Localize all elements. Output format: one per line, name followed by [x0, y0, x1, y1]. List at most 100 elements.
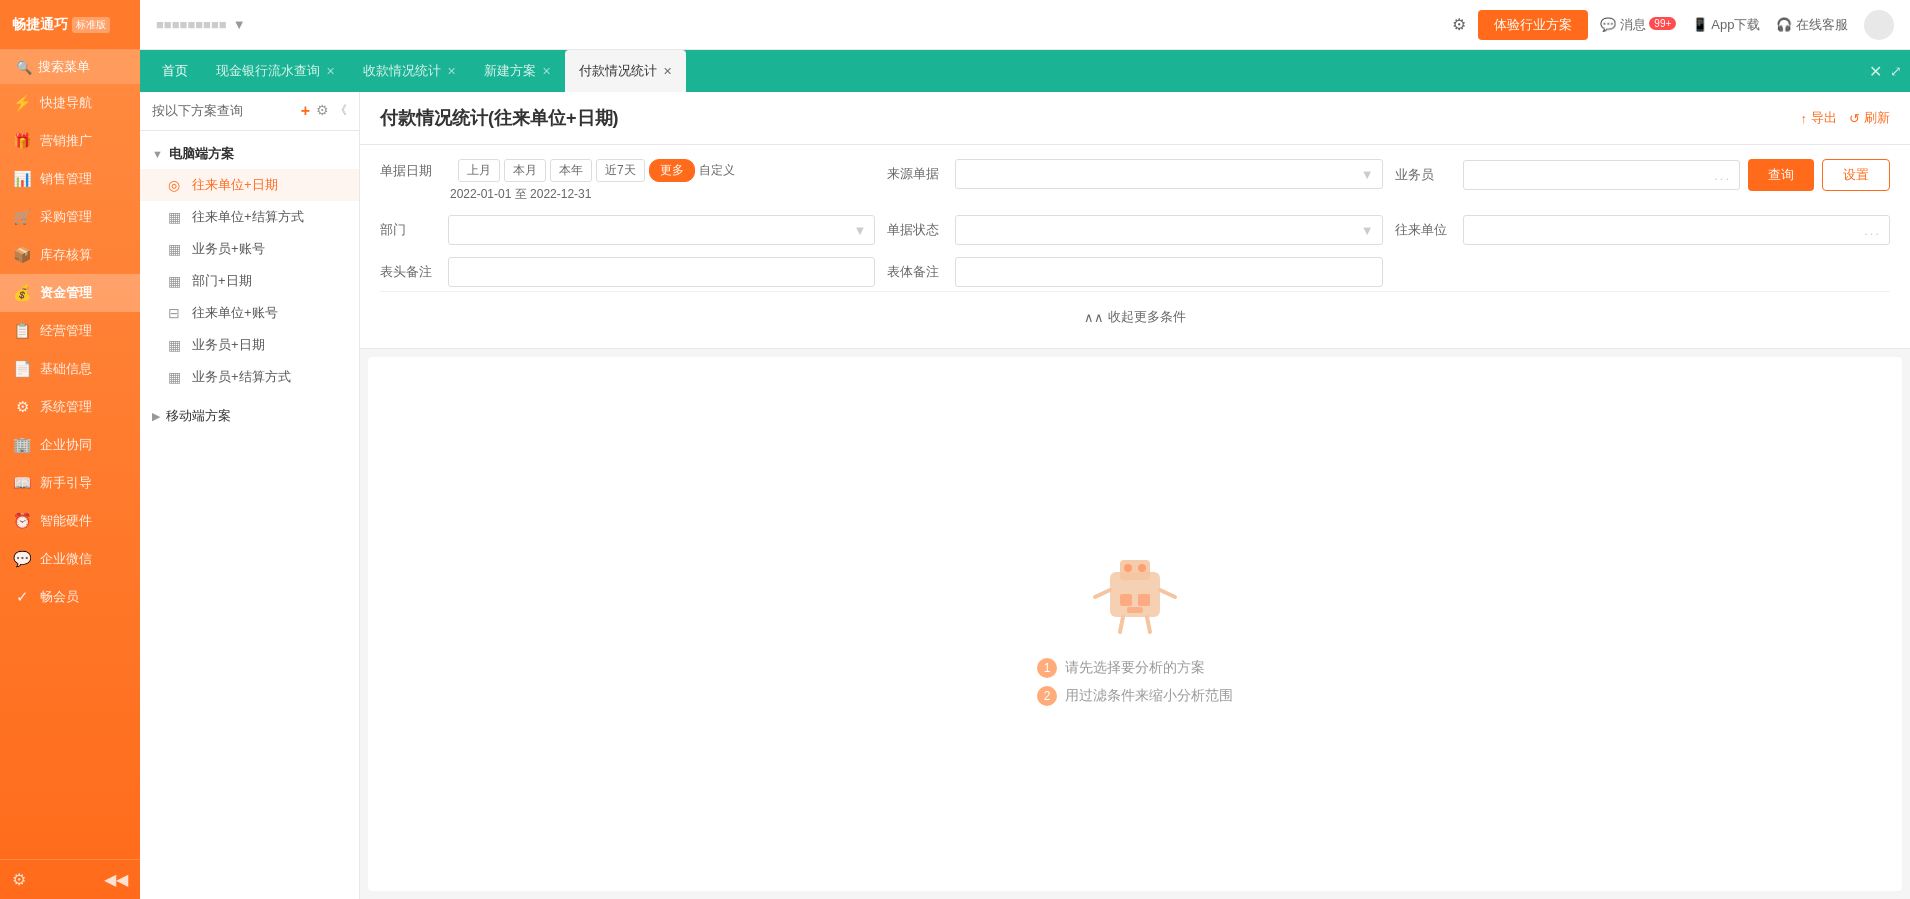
scheme-staff-account-label: 业务员+账号	[192, 240, 265, 258]
scheme-item-partner-settlement[interactable]: ▦ 往来单位+结算方式	[140, 201, 359, 233]
filter-doc-status: 单据状态 ▼	[887, 215, 1382, 245]
tab-home[interactable]: 首页	[148, 50, 202, 92]
system-label: 系统管理	[40, 398, 92, 416]
sidebar-item-quick-nav[interactable]: ⚡ 快捷导航	[0, 84, 140, 122]
table-header-note-input[interactable]	[448, 257, 875, 287]
basic-info-icon: 📄	[12, 360, 32, 378]
refresh-btn[interactable]: ↺ 刷新	[1849, 109, 1890, 127]
sidebar-item-weixin[interactable]: 💬 企业微信	[0, 540, 140, 578]
left-panel-icons: + ⚙ 《	[301, 102, 347, 120]
sidebar-item-hardware[interactable]: ⏰ 智能硬件	[0, 502, 140, 540]
tab-close-all-icon[interactable]: ✕	[1869, 62, 1882, 81]
guide-label: 新手引导	[40, 474, 92, 492]
sidebar-item-guide[interactable]: 📖 新手引导	[0, 464, 140, 502]
svg-point-2	[1124, 564, 1132, 572]
sidebar-item-operations[interactable]: 📋 经营管理	[0, 312, 140, 350]
partner-select[interactable]: ...	[1463, 215, 1890, 245]
sidebar-item-inventory[interactable]: 📦 库存核算	[0, 236, 140, 274]
date-btn-this-year[interactable]: 本年	[550, 159, 592, 182]
tab-cash-flow[interactable]: 现金银行流水查询 ✕	[202, 50, 349, 92]
add-scheme-icon[interactable]: +	[301, 102, 310, 120]
sidebar-settings-btn[interactable]: ⚙	[12, 870, 26, 889]
doc-status-select[interactable]: ▼	[955, 215, 1382, 245]
staff-select[interactable]: ...	[1463, 160, 1740, 190]
scheme-item-staff-settlement[interactable]: ▦ 业务员+结算方式	[140, 361, 359, 393]
user-avatar[interactable]	[1864, 10, 1894, 40]
basic-info-label: 基础信息	[40, 360, 92, 378]
scheme-item-dept-date[interactable]: ▦ 部门+日期	[140, 265, 359, 297]
scheme-item-partner-date[interactable]: ◎ 往来单位+日期	[140, 169, 359, 201]
date-btn-more[interactable]: 更多	[649, 159, 695, 182]
panel-collapse-icon[interactable]: 《	[335, 102, 347, 120]
sidebar-item-basic-info[interactable]: 📄 基础信息	[0, 350, 140, 388]
date-btn-7days[interactable]: 近7天	[596, 159, 645, 182]
filter-source-doc: 来源单据 ▼	[887, 159, 1382, 189]
scheme-settings-icon[interactable]: ⚙	[316, 102, 329, 120]
tab-payment-stats-close-icon[interactable]: ✕	[663, 65, 672, 78]
sidebar-item-member[interactable]: ✓ 畅会员	[0, 578, 140, 616]
tip-text-2: 用过滤条件来缩小分析范围	[1065, 687, 1233, 705]
date-btn-this-month[interactable]: 本月	[504, 159, 546, 182]
sidebar-item-system[interactable]: ⚙ 系统管理	[0, 388, 140, 426]
tab-cash-flow-close-icon[interactable]: ✕	[326, 65, 335, 78]
marketing-icon: 🎁	[12, 132, 32, 150]
tab-new-scheme-close-icon[interactable]: ✕	[542, 65, 551, 78]
refresh-label: 刷新	[1864, 109, 1890, 127]
sidebar-item-sales[interactable]: 📊 销售管理	[0, 160, 140, 198]
mobile-scheme-group-header[interactable]: ▶ 移动端方案	[140, 401, 359, 431]
filter-partner: 往来单位 ...	[1395, 215, 1890, 245]
filter-more-row: ∧∧ 收起更多条件	[380, 291, 1890, 334]
empty-state: 1 请先选择要分析的方案 2 用过滤条件来缩小分析范围	[368, 357, 1902, 891]
refresh-icon: ↺	[1849, 111, 1860, 126]
operations-icon: 📋	[12, 322, 32, 340]
desktop-scheme-header[interactable]: ▼ 电脑端方案	[140, 139, 359, 169]
member-icon: ✓	[12, 588, 32, 606]
scheme-item-staff-date[interactable]: ▦ 业务员+日期	[140, 329, 359, 361]
empty-tips: 1 请先选择要分析的方案 2 用过滤条件来缩小分析范围	[1037, 658, 1233, 706]
dept-select[interactable]: ▼	[448, 215, 875, 245]
topbar-right: 💬 消息 99+ 📱 App下载 🎧 在线客服	[1600, 10, 1894, 40]
message-section[interactable]: 💬 消息 99+	[1600, 16, 1676, 34]
tab-expand-icon[interactable]: ⤢	[1890, 63, 1902, 79]
page-title: 付款情况统计(往来单位+日期)	[380, 106, 619, 130]
tab-receipt-stats-close-icon[interactable]: ✕	[447, 65, 456, 78]
scheme-staff-date-label: 业务员+日期	[192, 336, 265, 354]
staff-dots-icon: ...	[1714, 168, 1731, 183]
scheme-item-staff-account[interactable]: ▦ 业务员+账号	[140, 233, 359, 265]
operations-label: 经营管理	[40, 322, 92, 340]
tab-new-scheme[interactable]: 新建方案 ✕	[470, 50, 565, 92]
sidebar-item-purchase[interactable]: 🛒 采购管理	[0, 198, 140, 236]
filter-settings-btn[interactable]: 设置	[1822, 159, 1890, 191]
tip-num-2: 2	[1037, 686, 1057, 706]
weixin-icon: 💬	[12, 550, 32, 568]
trial-btn[interactable]: 体验行业方案	[1478, 10, 1588, 40]
robot-svg	[1085, 542, 1185, 642]
edition-badge: 标准版	[72, 17, 110, 33]
tab-receipt-stats-label: 收款情况统计	[363, 62, 441, 80]
doc-status-label: 单据状态	[887, 221, 947, 239]
tab-receipt-stats[interactable]: 收款情况统计 ✕	[349, 50, 470, 92]
svg-point-3	[1138, 564, 1146, 572]
source-doc-dropdown-icon: ▼	[1361, 167, 1374, 182]
sidebar-collapse-btn[interactable]: ◀◀	[104, 870, 128, 889]
date-btn-last-month[interactable]: 上月	[458, 159, 500, 182]
search-icon: 🔍	[16, 60, 32, 75]
source-doc-select[interactable]: ▼	[955, 159, 1382, 189]
table-body-note-input[interactable]	[955, 257, 1382, 287]
collapse-more-btn[interactable]: ∧∧ 收起更多条件	[1076, 300, 1194, 334]
scheme-dept-date-label: 部门+日期	[192, 272, 252, 290]
topbar-settings-icon[interactable]: ⚙	[1452, 15, 1466, 34]
scheme-item-partner-account[interactable]: ⊟ 往来单位+账号	[140, 297, 359, 329]
svg-rect-5	[1138, 594, 1150, 606]
sidebar-item-finance[interactable]: 💰 资金管理	[0, 274, 140, 312]
sidebar-item-enterprise[interactable]: 🏢 企业协同	[0, 426, 140, 464]
export-btn[interactable]: ↑ 导出	[1801, 109, 1838, 127]
app-download-btn[interactable]: 📱 App下载	[1692, 16, 1760, 34]
sidebar-item-marketing[interactable]: 🎁 营销推广	[0, 122, 140, 160]
sidebar-item-search-menu[interactable]: 🔍 搜索菜单	[0, 50, 140, 84]
tab-cash-flow-label: 现金银行流水查询	[216, 62, 320, 80]
query-btn[interactable]: 查询	[1748, 159, 1814, 191]
tab-payment-stats[interactable]: 付款情况统计 ✕	[565, 50, 686, 92]
date-range-display: 2022-01-01 至 2022-12-31	[450, 187, 591, 201]
online-service-btn[interactable]: 🎧 在线客服	[1776, 16, 1848, 34]
